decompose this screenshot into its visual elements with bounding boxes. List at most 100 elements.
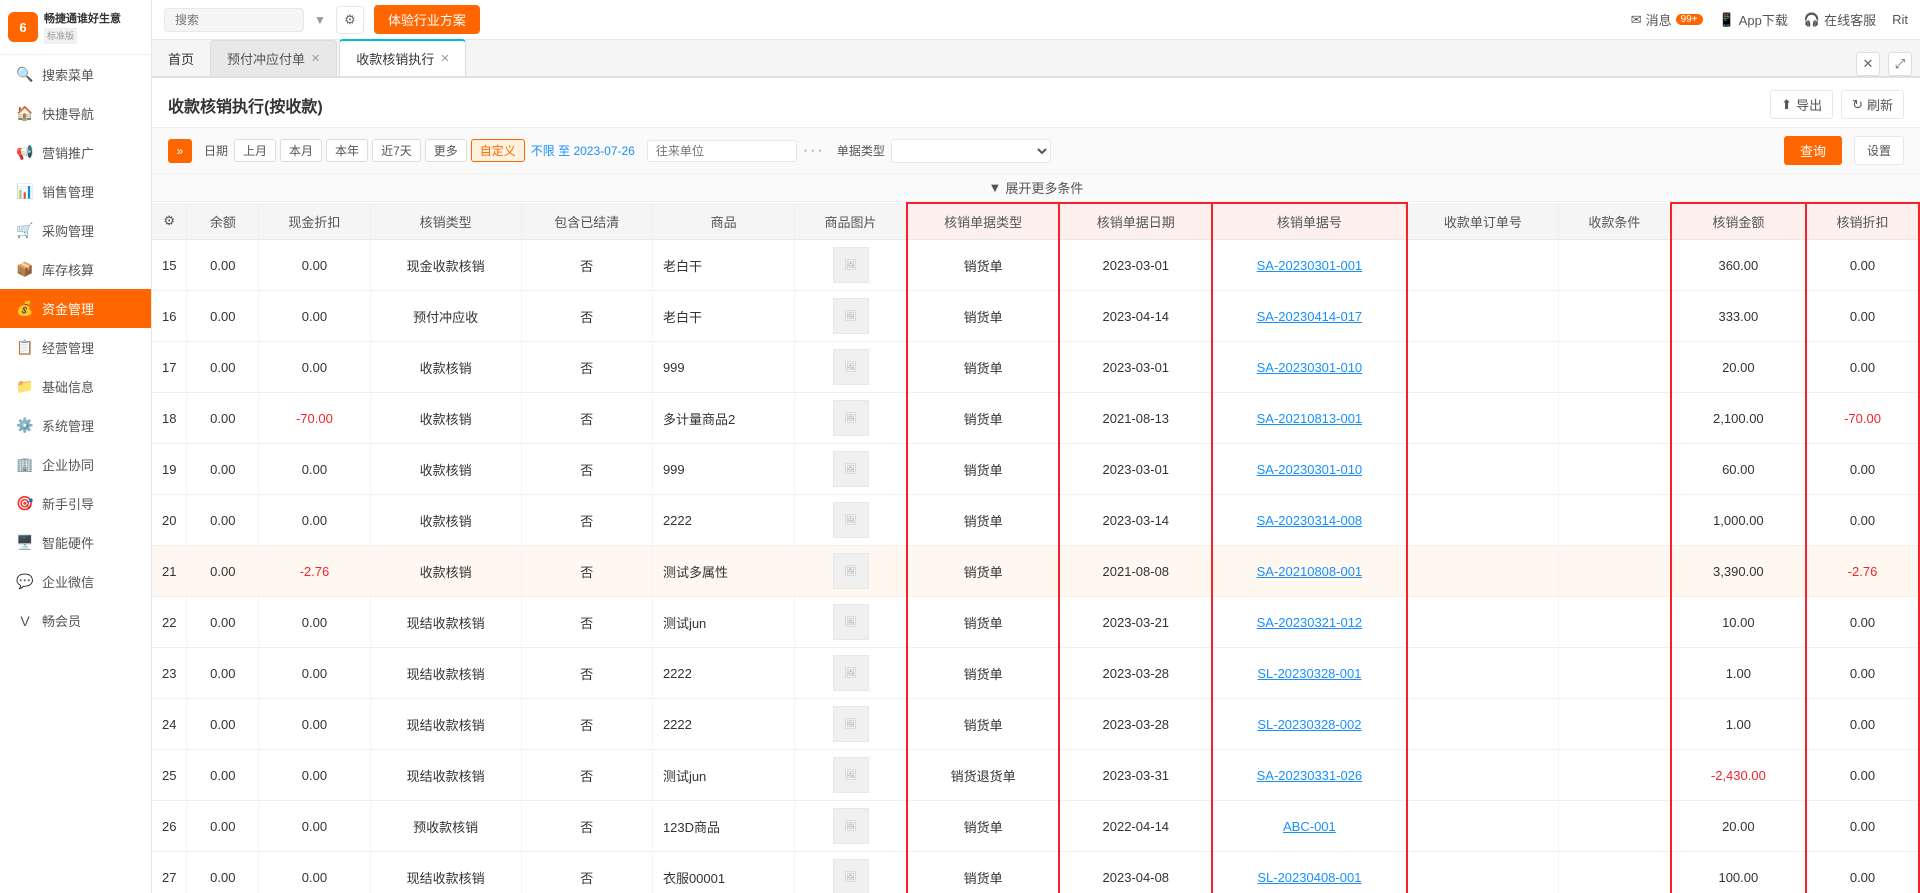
product-image: 🖼 — [844, 872, 857, 883]
row-order-no — [1407, 546, 1559, 597]
row-included: 否 — [521, 546, 652, 597]
row-bill-date: 2023-03-01 — [1059, 342, 1212, 393]
partner-more-icon[interactable]: ··· — [803, 142, 825, 160]
message-button[interactable]: ✉ 消息 99+ — [1631, 10, 1703, 29]
refresh-icon: ↻ — [1852, 97, 1863, 113]
row-bill-no[interactable]: SA-20230314-008 — [1212, 495, 1407, 546]
message-badge: 99+ — [1676, 14, 1703, 25]
bill-type-select[interactable] — [891, 139, 1051, 163]
search-input[interactable] — [164, 8, 304, 32]
sidebar-item-marketing[interactable]: 📢 营销推广 — [0, 133, 151, 172]
support-button[interactable]: 🎧 在线客服 — [1804, 10, 1876, 29]
dropdown-arrow-icon[interactable]: ▼ — [314, 13, 326, 27]
row-order-no — [1407, 342, 1559, 393]
tab-close-button[interactable]: ✕ — [1856, 52, 1880, 76]
row-bill-no[interactable]: SL-20230328-002 — [1212, 699, 1407, 750]
inventory-icon: 📦 — [16, 261, 34, 279]
sidebar: 6 畅捷通谁好生意 标准版 🔍 搜索菜单 🏠 快捷导航 📢 营销推广 📊 销售管… — [0, 0, 152, 893]
sidebar-item-enterprise[interactable]: 🏢 企业协同 — [0, 445, 151, 484]
settings-gear-button[interactable]: ⚙ — [336, 6, 364, 34]
sidebar-logo: 6 畅捷通谁好生意 标准版 — [0, 0, 151, 55]
col-balance: 余额 — [187, 203, 259, 240]
row-included: 否 — [521, 597, 652, 648]
row-goods-img: 🖼 — [795, 342, 907, 393]
date-btn-this-month[interactable]: 本月 — [280, 139, 322, 162]
table-row: 22 0.00 0.00 现结收款核销 否 测试jun 🖼 销货单 2023-0… — [152, 597, 1919, 648]
sidebar-item-member[interactable]: V 畅会员 — [0, 601, 151, 640]
sidebar-item-inventory[interactable]: 📦 库存核算 — [0, 250, 151, 289]
date-btn-this-year[interactable]: 本年 — [326, 139, 368, 162]
refresh-button[interactable]: ↻ 刷新 — [1841, 90, 1904, 119]
tab-expand-button[interactable]: ⤢ — [1888, 52, 1912, 76]
row-goods: 2222 — [652, 495, 794, 546]
row-discount: 0.00 — [1806, 597, 1919, 648]
row-bill-no[interactable]: SL-20230328-001 — [1212, 648, 1407, 699]
row-bill-no[interactable]: SA-20230331-026 — [1212, 750, 1407, 801]
date-btn-last-month[interactable]: 上月 — [234, 139, 276, 162]
sidebar-item-search[interactable]: 🔍 搜索菜单 — [0, 55, 151, 94]
sidebar-item-smart-hw[interactable]: 🖥️ 智能硬件 — [0, 523, 151, 562]
row-included: 否 — [521, 801, 652, 852]
app-download-button[interactable]: 📱 App下载 — [1719, 10, 1788, 29]
row-amount: 1,000.00 — [1671, 495, 1806, 546]
row-amount: 1.00 — [1671, 648, 1806, 699]
row-order-no — [1407, 240, 1559, 291]
sidebar-item-sales[interactable]: 📊 销售管理 — [0, 172, 151, 211]
date-btn-more[interactable]: 更多 — [425, 139, 467, 162]
sidebar-item-guide[interactable]: 🎯 新手引导 — [0, 484, 151, 523]
sidebar-item-system[interactable]: ⚙️ 系统管理 — [0, 406, 151, 445]
sidebar-item-basic-info[interactable]: 📁 基础信息 — [0, 367, 151, 406]
row-bill-no[interactable]: SA-20230301-001 — [1212, 240, 1407, 291]
row-num: 17 — [152, 342, 187, 393]
sidebar-item-wechat[interactable]: 💬 企业微信 — [0, 562, 151, 601]
row-bill-date: 2023-03-01 — [1059, 240, 1212, 291]
expand-more-button[interactable]: ▼ 展开更多条件 — [989, 178, 1084, 197]
row-num: 22 — [152, 597, 187, 648]
row-bill-no[interactable]: ABC-001 — [1212, 801, 1407, 852]
row-bill-no[interactable]: SA-20230321-012 — [1212, 597, 1407, 648]
tab-prepay[interactable]: 预付冲应付单 ✕ — [210, 40, 337, 76]
filter-expand-button[interactable]: » — [168, 139, 192, 163]
row-pay-cond — [1559, 699, 1671, 750]
tab-prepay-close[interactable]: ✕ — [311, 52, 320, 65]
row-bill-date: 2023-03-01 — [1059, 444, 1212, 495]
row-bill-no[interactable]: SA-20210813-001 — [1212, 393, 1407, 444]
sidebar-item-label: 系统管理 — [42, 416, 94, 435]
row-bill-type: 销货单 — [907, 597, 1060, 648]
row-included: 否 — [521, 648, 652, 699]
row-bill-date: 2023-03-14 — [1059, 495, 1212, 546]
row-amount: 3,390.00 — [1671, 546, 1806, 597]
row-pay-cond — [1559, 597, 1671, 648]
tab-collection[interactable]: 收款核销执行 ✕ — [339, 39, 466, 76]
export-button[interactable]: ⬆ 导出 — [1770, 90, 1833, 119]
row-cash-discount: 0.00 — [259, 495, 370, 546]
row-order-no — [1407, 393, 1559, 444]
product-image: 🖼 — [844, 260, 857, 271]
user-profile[interactable]: Rit — [1892, 12, 1908, 27]
query-button[interactable]: 查询 — [1784, 136, 1842, 165]
date-btn-7days[interactable]: 近7天 — [372, 139, 421, 162]
row-bill-no[interactable]: SA-20230301-010 — [1212, 444, 1407, 495]
col-goods-img: 商品图片 — [795, 203, 907, 240]
filter-setting-button[interactable]: 设置 — [1854, 136, 1904, 165]
sidebar-item-operations[interactable]: 📋 经营管理 — [0, 328, 151, 367]
row-balance: 0.00 — [187, 240, 259, 291]
row-bill-no[interactable]: SA-20230414-017 — [1212, 291, 1407, 342]
row-bill-type: 销货单 — [907, 342, 1060, 393]
row-balance: 0.00 — [187, 546, 259, 597]
tab-collection-close[interactable]: ✕ — [440, 52, 449, 65]
partner-input[interactable] — [647, 140, 797, 162]
row-bill-no[interactable]: SA-20230301-010 — [1212, 342, 1407, 393]
product-image: 🖼 — [844, 770, 857, 781]
sidebar-item-purchase[interactable]: 🛒 采购管理 — [0, 211, 151, 250]
row-bill-no[interactable]: SL-20230408-001 — [1212, 852, 1407, 893]
tab-home[interactable]: 首页 — [152, 41, 210, 76]
sidebar-item-finance[interactable]: 💰 资金管理 — [0, 289, 151, 328]
solution-button[interactable]: 体验行业方案 — [374, 5, 480, 34]
row-num: 25 — [152, 750, 187, 801]
row-bill-no[interactable]: SA-20210808-001 — [1212, 546, 1407, 597]
date-btn-custom[interactable]: 自定义 — [471, 139, 525, 162]
sidebar-item-quick-nav[interactable]: 🏠 快捷导航 — [0, 94, 151, 133]
row-goods-img: 🖼 — [795, 393, 907, 444]
enterprise-icon: 🏢 — [16, 456, 34, 474]
